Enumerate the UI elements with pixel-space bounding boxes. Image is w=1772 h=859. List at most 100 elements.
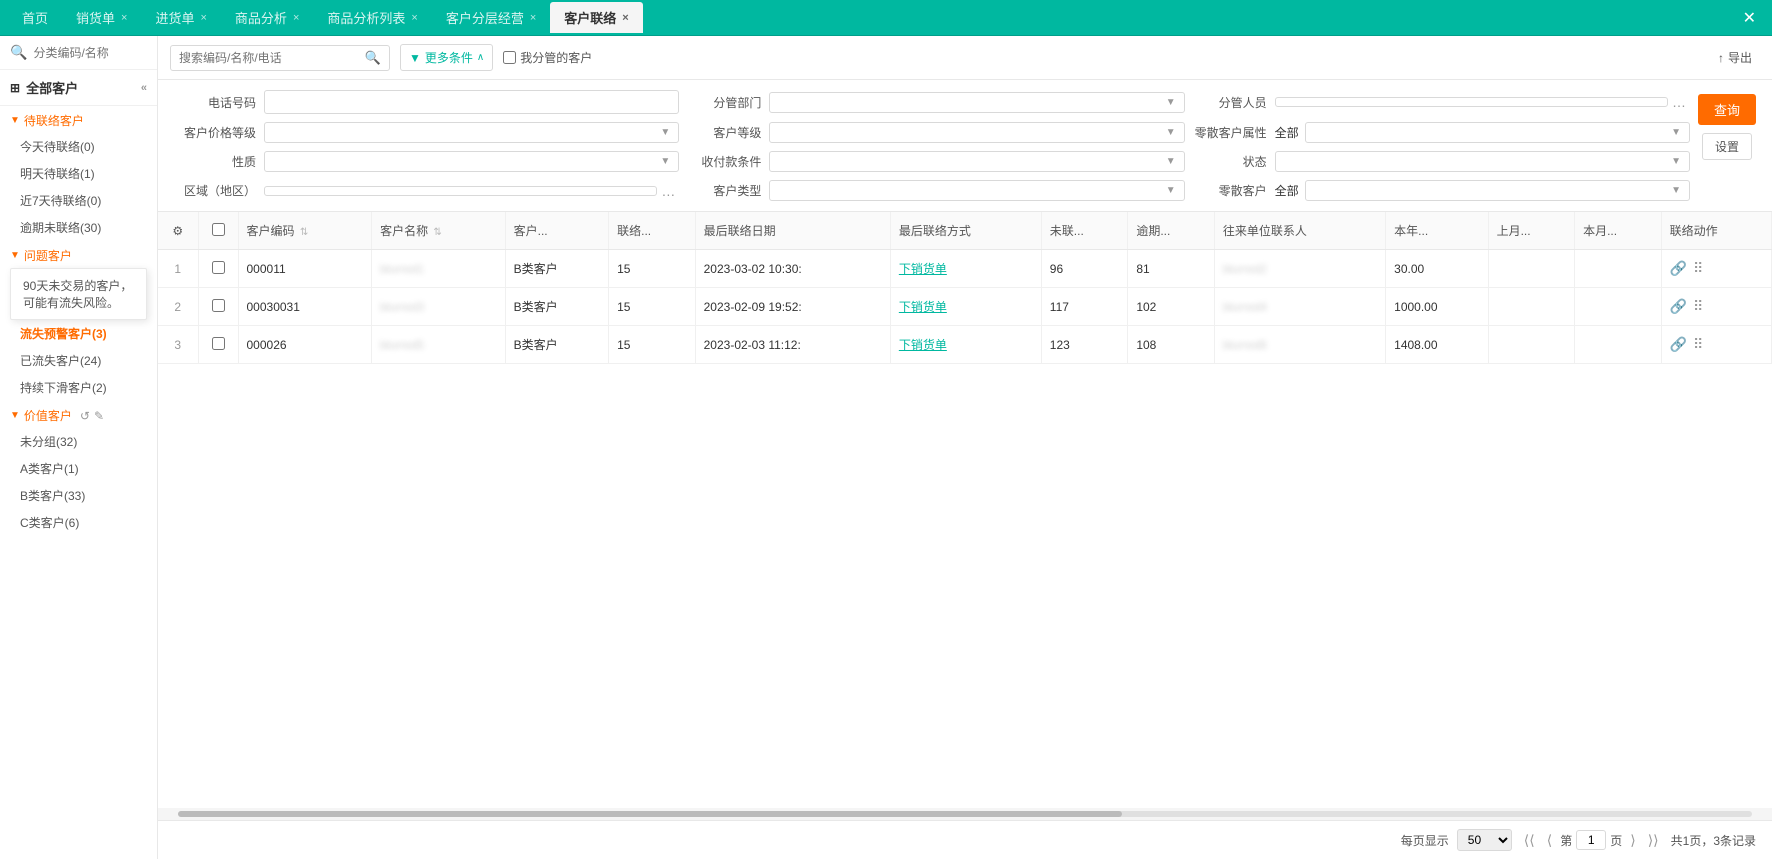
cell-checkbox-0[interactable] bbox=[198, 250, 238, 288]
filter-select-region[interactable] bbox=[264, 186, 657, 196]
settings-button[interactable]: 设置 bbox=[1702, 133, 1752, 160]
select-all-checkbox[interactable] bbox=[212, 223, 225, 236]
th-contact[interactable]: 联络... bbox=[609, 212, 696, 250]
filter-select-nature[interactable]: ▼ bbox=[264, 151, 679, 172]
sidebar-item-ungrouped[interactable]: 未分组(32) bbox=[0, 428, 157, 455]
row-checkbox-0[interactable] bbox=[212, 261, 225, 274]
th-last-date[interactable]: 最后联络日期 bbox=[695, 212, 890, 250]
last-method-link-0[interactable]: 下销货单 bbox=[899, 262, 947, 276]
th-settings[interactable]: ⚙ bbox=[158, 212, 198, 250]
ellipsis-manager[interactable]: … bbox=[1668, 94, 1690, 110]
next-page-btn[interactable]: ⟩ bbox=[1626, 830, 1639, 851]
th-overdue[interactable]: 逾期... bbox=[1128, 212, 1215, 250]
all-customers-header[interactable]: ⊞ 全部客户 « bbox=[0, 70, 157, 106]
filter-select-dept[interactable]: ▼ bbox=[769, 92, 1184, 113]
filter-select-manager[interactable] bbox=[1275, 97, 1668, 107]
filter-select-cust-type[interactable]: ▼ bbox=[769, 180, 1184, 201]
edit-icon[interactable]: ✎ bbox=[94, 409, 104, 423]
last-method-link-1[interactable]: 下销货单 bbox=[899, 300, 947, 314]
cell-checkbox-2[interactable] bbox=[198, 326, 238, 364]
th-checkbox[interactable] bbox=[198, 212, 238, 250]
export-button[interactable]: ↑ 导出 bbox=[1710, 45, 1760, 70]
filter-select-customer-grade[interactable]: ▼ bbox=[769, 122, 1184, 143]
refresh-icon[interactable]: ↺ bbox=[80, 409, 90, 423]
th-name[interactable]: 客户名称 ⇅ bbox=[372, 212, 506, 250]
tab-customer-contact-close[interactable]: × bbox=[622, 12, 628, 24]
horizontal-scrollbar[interactable] bbox=[158, 808, 1772, 820]
tab-sales[interactable]: 销货单 × bbox=[62, 2, 141, 33]
th-uncontacted[interactable]: 未联... bbox=[1041, 212, 1128, 250]
collapse-btn[interactable]: « bbox=[141, 82, 147, 94]
sidebar-item-declining[interactable]: 持续下滑客户(2) bbox=[0, 374, 157, 401]
row-checkbox-1[interactable] bbox=[212, 299, 225, 312]
action-link-icon-1[interactable]: 🔗 bbox=[1670, 298, 1687, 315]
cell-last-method-2[interactable]: 下销货单 bbox=[890, 326, 1041, 364]
chevron-icon-price-grade: ▼ bbox=[660, 127, 670, 138]
action-more-icon-0[interactable]: ⠿ bbox=[1693, 260, 1703, 277]
first-page-btn[interactable]: ⟨⟨ bbox=[1520, 830, 1539, 851]
window-close-button[interactable]: ✕ bbox=[1735, 8, 1764, 28]
my-customer-checkbox[interactable] bbox=[503, 51, 516, 64]
sidebar-group-value[interactable]: ▼ 价值客户 ↺ ✎ bbox=[0, 401, 157, 428]
th-type[interactable]: 客户... bbox=[505, 212, 608, 250]
action-more-icon-1[interactable]: ⠿ bbox=[1693, 298, 1703, 315]
tab-home[interactable]: 首页 bbox=[8, 2, 62, 33]
sidebar-search-input[interactable] bbox=[33, 46, 158, 60]
tab-sales-close[interactable]: × bbox=[121, 12, 127, 24]
cell-last-method-0[interactable]: 下销货单 bbox=[890, 250, 1041, 288]
prev-page-btn[interactable]: ⟨ bbox=[1543, 830, 1556, 851]
tab-analysis-list[interactable]: 商品分析列表 × bbox=[313, 2, 431, 33]
th-last-month[interactable]: 上月... bbox=[1488, 212, 1575, 250]
sidebar-item-churn-warning[interactable]: 流失预警客户(3) bbox=[0, 320, 157, 347]
filter-select-price-grade[interactable]: ▼ bbox=[264, 122, 679, 143]
th-code[interactable]: 客户编码 ⇅ bbox=[238, 212, 372, 250]
tab-analysis[interactable]: 商品分析 × bbox=[221, 2, 313, 33]
retail-cust-prefix: 全部 bbox=[1275, 182, 1305, 199]
cell-last-method-1[interactable]: 下销货单 bbox=[890, 288, 1041, 326]
sidebar-item-7days[interactable]: 近7天待联络(0) bbox=[0, 187, 157, 214]
sidebar-item-class-c[interactable]: C类客户(6) bbox=[0, 509, 157, 536]
tab-analysis-close[interactable]: × bbox=[293, 12, 299, 24]
cell-uncontacted-0: 96 bbox=[1041, 250, 1128, 288]
action-link-icon-2[interactable]: 🔗 bbox=[1670, 336, 1687, 353]
scrollbar-thumb[interactable] bbox=[178, 811, 1122, 817]
sidebar-item-tomorrow[interactable]: 明天待联络(1) bbox=[0, 160, 157, 187]
filter-select-payment[interactable]: ▼ bbox=[769, 151, 1184, 172]
th-this-month[interactable]: 本月... bbox=[1575, 212, 1662, 250]
filter-input-phone[interactable] bbox=[264, 90, 679, 114]
sidebar-item-overdue[interactable]: 逾期未联络(30) bbox=[0, 214, 157, 241]
tab-analysis-list-close[interactable]: × bbox=[411, 12, 417, 24]
th-action[interactable]: 联络动作 bbox=[1661, 212, 1771, 250]
row-checkbox-2[interactable] bbox=[212, 337, 225, 350]
filter-select-retail-cust[interactable]: ▼ bbox=[1305, 180, 1690, 201]
sidebar-group-problem[interactable]: ▼ 问题客户 bbox=[0, 241, 157, 268]
search-icon[interactable]: 🔍 bbox=[365, 50, 381, 66]
page-input[interactable] bbox=[1576, 830, 1606, 850]
th-this-year[interactable]: 本年... bbox=[1386, 212, 1488, 250]
last-page-btn[interactable]: ⟩⟩ bbox=[1644, 830, 1663, 851]
cell-checkbox-1[interactable] bbox=[198, 288, 238, 326]
last-method-link-2[interactable]: 下销货单 bbox=[899, 338, 947, 352]
tab-customer-segment-close[interactable]: × bbox=[530, 12, 536, 24]
my-customer-checkbox-label[interactable]: 我分管的客户 bbox=[503, 49, 592, 66]
sidebar-item-class-a[interactable]: A类客户(1) bbox=[0, 455, 157, 482]
tab-customer-segment[interactable]: 客户分层经营 × bbox=[432, 2, 550, 33]
filter-select-status[interactable]: ▼ bbox=[1275, 151, 1690, 172]
tab-purchase[interactable]: 进货单 × bbox=[141, 2, 220, 33]
sidebar-item-class-b[interactable]: B类客户(33) bbox=[0, 482, 157, 509]
per-page-select[interactable]: 50 100 bbox=[1457, 829, 1512, 851]
ellipsis-region[interactable]: … bbox=[657, 183, 679, 199]
th-unit-contact[interactable]: 往来单位联系人 bbox=[1214, 212, 1385, 250]
action-more-icon-2[interactable]: ⠿ bbox=[1693, 336, 1703, 353]
action-link-icon-0[interactable]: 🔗 bbox=[1670, 260, 1687, 277]
tab-purchase-close[interactable]: × bbox=[200, 12, 206, 24]
query-button[interactable]: 查询 bbox=[1698, 94, 1756, 125]
search-input[interactable] bbox=[179, 51, 359, 65]
th-last-method[interactable]: 最后联络方式 bbox=[890, 212, 1041, 250]
filter-select-retail-attr[interactable]: ▼ bbox=[1305, 122, 1690, 143]
sidebar-group-pending[interactable]: ▼ 待联络客户 bbox=[0, 106, 157, 133]
sidebar-item-churned[interactable]: 已流失客户(24) bbox=[0, 347, 157, 374]
sidebar-item-today[interactable]: 今天待联络(0) bbox=[0, 133, 157, 160]
tab-customer-contact[interactable]: 客户联络 × bbox=[550, 2, 642, 33]
more-filter-button[interactable]: ▼ 更多条件 ∧ bbox=[400, 44, 493, 71]
